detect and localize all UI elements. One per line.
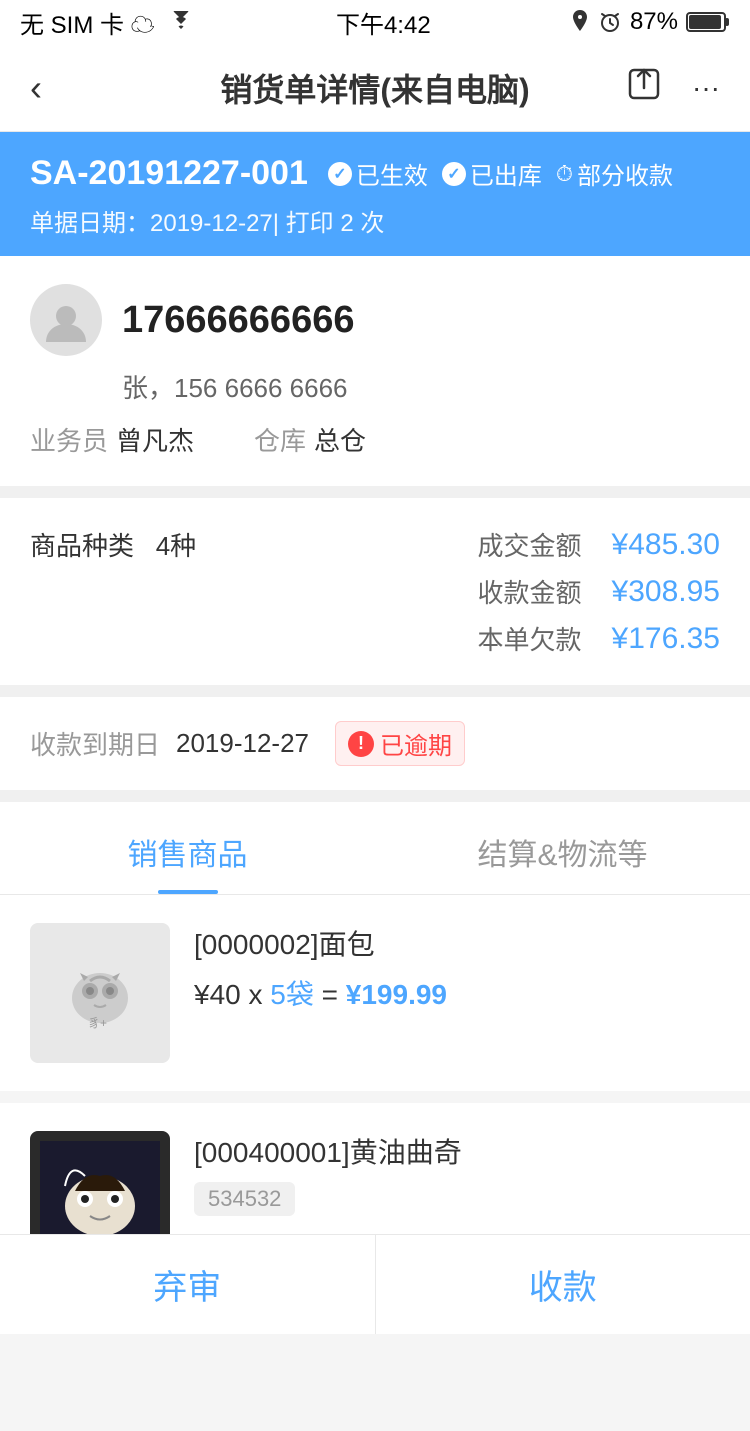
order-date: 2019-12-27	[150, 210, 273, 237]
category-label: 商品种类	[30, 531, 134, 561]
order-id: SA-20191227-001	[30, 154, 308, 193]
product-1-name: [0000002]面包	[194, 923, 720, 963]
product-1-info: [0000002]面包 ¥40 x 5袋 = ¥199.99	[194, 923, 720, 1013]
status-time: 下午4:42	[336, 5, 431, 40]
product-2-sku: 534532	[194, 1182, 295, 1216]
owed-label: 本单欠款	[478, 620, 582, 657]
no-sim-text: 无 SIM 卡 ☁	[20, 5, 155, 40]
status-partial: 部分收款	[577, 156, 673, 191]
header-date: 单据日期：2019-12-27| 打印 2 次	[30, 203, 720, 238]
confirm-button[interactable]: 收款	[375, 1235, 750, 1334]
category-info: 商品种类 4种	[30, 526, 196, 563]
status-right: 87%	[570, 8, 730, 36]
customer-row: 17666666666	[30, 284, 720, 356]
product-2-name: [000400001]黄油曲奇	[194, 1131, 720, 1171]
product-1-image: 豸+	[30, 923, 170, 1063]
salesperson-value: 曾凡杰	[116, 421, 194, 458]
amount-row: 成交金额 ¥485.30	[478, 526, 720, 563]
check-icon-2: ✓	[442, 162, 466, 186]
check-icon-1: ✓	[328, 162, 352, 186]
amount-label: 成交金额	[478, 526, 582, 563]
product-1-base-price: ¥40	[194, 979, 241, 1010]
product-1-total: ¥199.99	[346, 979, 447, 1010]
customer-section: 17666666666 张，156 6666 6666 业务员 曾凡杰 仓库 总…	[0, 256, 750, 498]
warehouse-label: 仓库	[254, 421, 306, 458]
product-1-price: ¥40 x 5袋 = ¥199.99	[194, 973, 720, 1013]
tab-settlement-label: 结算&物流等	[477, 839, 647, 872]
more-icon[interactable]: ···	[692, 72, 720, 104]
status-tag-effective: ✓ 已生效	[328, 156, 428, 191]
product-1-qty: 5袋	[270, 979, 314, 1010]
bottom-bar: 弃审 收款	[0, 1234, 750, 1334]
due-date-value: 2019-12-27	[176, 728, 309, 759]
date-label: 单据日期：	[30, 210, 150, 237]
received-row: 收款金额 ¥308.95	[478, 573, 720, 610]
status-shipped: 已出库	[470, 156, 542, 191]
tab-settlement[interactable]: 结算&物流等	[375, 802, 750, 894]
clock-icon: ⏱	[556, 161, 573, 187]
page-title: 销货单详情(来自电脑)	[220, 65, 529, 111]
overdue-icon: !	[348, 731, 374, 757]
received-value: ¥308.95	[612, 575, 720, 609]
back-button[interactable]: ‹	[30, 57, 62, 119]
battery-text: 87%	[630, 8, 678, 36]
print-info: | 打印 2 次	[273, 210, 385, 237]
confirm-label: 收款	[529, 1260, 597, 1309]
status-left: 无 SIM 卡 ☁	[20, 5, 197, 40]
warehouse-value: 总仓	[314, 421, 366, 458]
status-tags: ✓ 已生效 ✓ 已出库 ⏱ 部分收款	[328, 156, 673, 191]
status-tag-shipped: ✓ 已出库	[442, 156, 542, 191]
status-bar: 无 SIM 卡 ☁ 下午4:42 87%	[0, 0, 750, 44]
customer-meta: 业务员 曾凡杰 仓库 总仓	[30, 421, 720, 458]
header-banner: SA-20191227-001 ✓ 已生效 ✓ 已出库 ⏱ 部分收款 单据日期：…	[0, 132, 750, 256]
tabs-section: 销售商品 结算&物流等	[0, 802, 750, 895]
status-effective: 已生效	[356, 156, 428, 191]
customer-name: 张，156 6666 6666	[122, 368, 720, 405]
wifi-icon	[165, 11, 197, 33]
battery-icon	[686, 11, 730, 33]
customer-avatar	[30, 284, 102, 356]
amount-info: 成交金额 ¥485.30 收款金额 ¥308.95 本单欠款 ¥176.35	[478, 526, 720, 657]
owed-value: ¥176.35	[612, 622, 720, 656]
due-label: 收款到期日	[30, 725, 160, 762]
alarm-icon	[598, 10, 622, 34]
customer-phone: 17666666666	[122, 299, 354, 342]
due-section: 收款到期日 2019-12-27 ! 已逾期	[0, 697, 750, 802]
share-icon[interactable]	[626, 66, 662, 109]
cancel-label: 弃审	[153, 1260, 221, 1309]
nav-actions: ···	[626, 66, 720, 109]
overdue-badge: ! 已逾期	[335, 721, 465, 766]
overdue-text: 已逾期	[380, 726, 452, 761]
stats-section: 商品种类 4种 成交金额 ¥485.30 收款金额 ¥308.95 本单欠款 ¥…	[0, 498, 750, 697]
tab-sales-products[interactable]: 销售商品	[0, 802, 375, 894]
owed-row: 本单欠款 ¥176.35	[478, 620, 720, 657]
cancel-button[interactable]: 弃审	[0, 1235, 375, 1334]
status-tag-partial: ⏱ 部分收款	[556, 156, 673, 191]
amount-value: ¥485.30	[612, 528, 720, 562]
tab-sales-products-label: 销售商品	[128, 839, 248, 872]
product-item: 豸+ [0000002]面包 ¥40 x 5袋 = ¥199.99	[0, 895, 750, 1091]
location-icon	[570, 10, 590, 34]
received-label: 收款金额	[478, 573, 582, 610]
svg-text:豸+: 豸+	[88, 1016, 107, 1030]
category-value: 4种	[156, 531, 196, 561]
salesperson-label: 业务员	[30, 421, 108, 458]
nav-bar: ‹ 销货单详情(来自电脑) ···	[0, 44, 750, 132]
